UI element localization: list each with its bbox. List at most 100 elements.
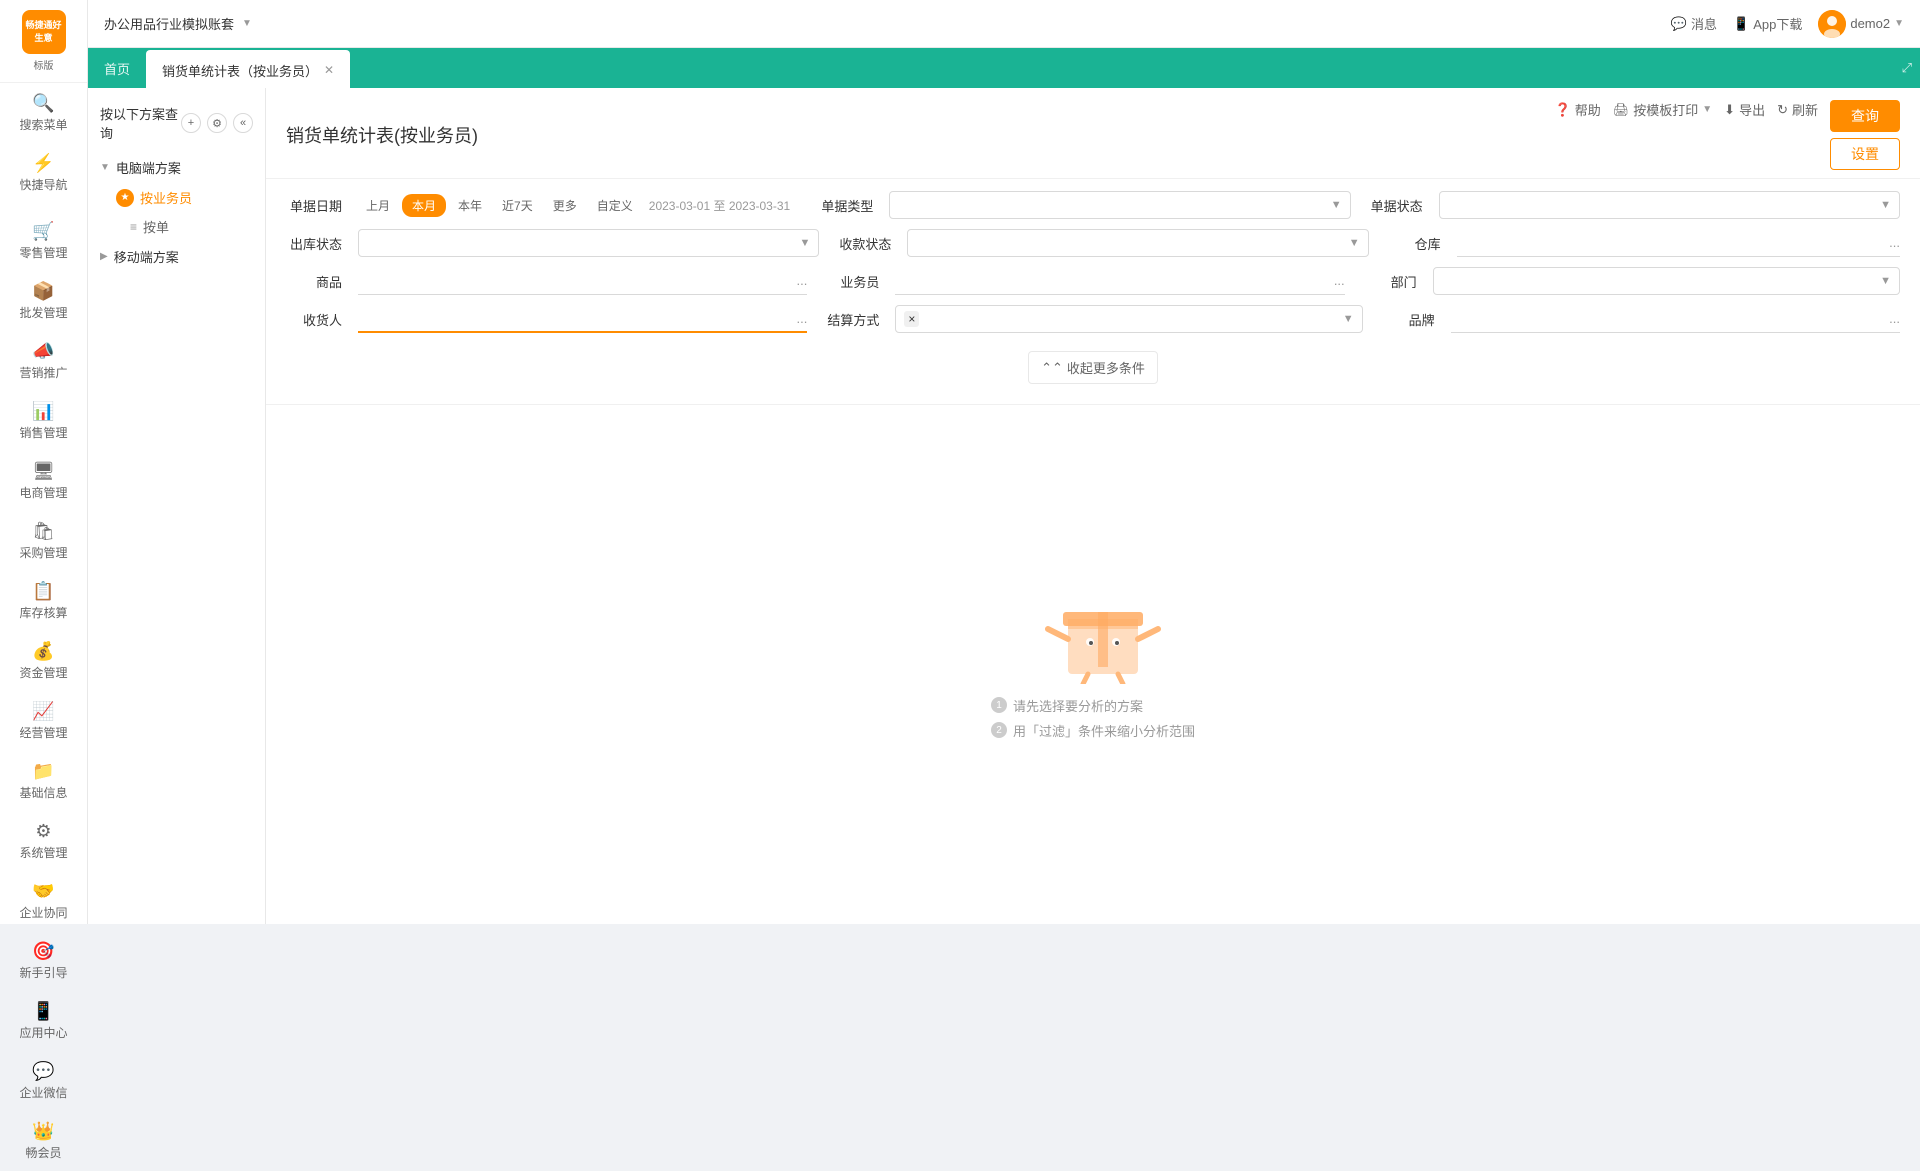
- settlement-label: 结算方式: [823, 310, 879, 329]
- sidebar-item-wechat[interactable]: 💬 企业微信: [0, 1051, 87, 1111]
- refresh-label: 刷新: [1792, 100, 1818, 119]
- sidebar-item-quick-nav[interactable]: ⚡ 快捷导航: [0, 143, 87, 203]
- date-btn-custom[interactable]: 自定义: [589, 194, 641, 217]
- add-scheme-button[interactable]: +: [181, 113, 201, 133]
- sidebar-item-basics[interactable]: 📁 基础信息: [0, 751, 87, 811]
- message-button[interactable]: 💬 消息: [1671, 14, 1717, 33]
- sidebar-item-retail[interactable]: 🛒 零售管理: [0, 211, 87, 271]
- sidebar-item-sales[interactable]: 📊 销售管理: [0, 391, 87, 451]
- date-btn-last-month[interactable]: 上月: [358, 194, 398, 217]
- out-status-label: 出库状态: [286, 234, 342, 253]
- sidebar-item-operations-label: 经营管理: [19, 724, 67, 741]
- sidebar-item-ecommerce[interactable]: 🖥 电商管理: [0, 451, 87, 511]
- empty-svg: [1043, 584, 1163, 684]
- empty-hint-1: 1 请先选择要分析的方案: [991, 696, 1195, 715]
- template-print-button[interactable]: 🖨 按模板打印 ▼: [1613, 100, 1712, 119]
- newbie-icon: 🎯: [32, 941, 54, 962]
- tab-home[interactable]: 首页: [88, 48, 146, 88]
- filter-row-2: 出库状态 ▼ 收款状态 ▼ 仓库 ...: [286, 229, 1900, 257]
- doc-status-select[interactable]: ▼: [1439, 191, 1900, 219]
- app-download-label: App下载: [1753, 14, 1802, 33]
- sidebar-item-purchase[interactable]: 🛍 采购管理: [0, 511, 87, 571]
- settlement-select[interactable]: × ▼: [895, 305, 1362, 333]
- settlement-chevron: ▼: [1343, 313, 1354, 325]
- date-btn-more[interactable]: 更多: [545, 194, 585, 217]
- settlement-tag-close[interactable]: ×: [908, 312, 915, 326]
- export-button[interactable]: ⬇ 导出: [1724, 100, 1765, 119]
- export-icon: ⬇: [1724, 102, 1735, 118]
- sidebar-item-newbie[interactable]: 🎯 新手引导: [0, 931, 87, 991]
- help-button[interactable]: ❓ 帮助: [1555, 100, 1601, 119]
- purchase-icon: 🛍: [32, 521, 55, 542]
- sidebar-item-marketing-label: 营销推广: [19, 364, 67, 381]
- sidebar-item-system-label: 系统管理: [19, 844, 67, 861]
- warehouse-input[interactable]: ...: [1457, 229, 1900, 257]
- receipt-status-select[interactable]: ▼: [907, 229, 1368, 257]
- filter-area: 单据日期 上月 本月 本年 近7天 更多 自定义 2023-03-01 至 20…: [266, 179, 1920, 405]
- scheme-settings-button[interactable]: ⚙: [207, 113, 227, 133]
- salesperson-input[interactable]: ...: [895, 267, 1344, 295]
- salesperson-label: 业务员: [823, 272, 879, 291]
- sidebar-item-ecommerce-label: 电商管理: [19, 484, 67, 501]
- query-button[interactable]: 查询: [1830, 100, 1900, 132]
- app-download-button[interactable]: 📱 App下载: [1733, 14, 1802, 33]
- order-icon: ≡: [130, 220, 137, 234]
- app-logo: 畅捷通好生意 标版: [0, 0, 87, 83]
- date-btn-7days[interactable]: 近7天: [494, 194, 541, 217]
- doc-type-label: 单据类型: [817, 196, 873, 215]
- sidebar-item-enterprise[interactable]: 🤝 企业协同: [0, 871, 87, 931]
- topbar-title: 办公用品行业模拟账套: [104, 14, 234, 33]
- system-icon: ⚙: [35, 821, 51, 842]
- tab-close-icon[interactable]: ✕: [324, 63, 334, 77]
- tree-section-desktop: ▼ 电脑端方案 ★ 按业务员 ≡ 按单 ▶ 移动端方案: [88, 148, 265, 276]
- page-header: 销货单统计表(按业务员) ❓ 帮助 🖨 按模板打印 ▼ ⬇: [266, 88, 1920, 179]
- sidebar-item-enterprise-label: 企业协同: [19, 904, 67, 921]
- sidebar-item-finance-label: 资金管理: [19, 664, 67, 681]
- tree-sub-child-order[interactable]: ≡ 按单: [88, 212, 265, 241]
- refresh-icon: ↻: [1777, 102, 1788, 118]
- tree-child-salesperson[interactable]: ★ 按业务员: [88, 183, 265, 212]
- empty-hints: 1 请先选择要分析的方案 2 用「过滤」条件来缩小分析范围: [991, 696, 1195, 746]
- date-btn-this-year[interactable]: 本年: [450, 194, 490, 217]
- home-tab-label: 首页: [104, 59, 130, 78]
- date-btn-this-month[interactable]: 本月: [402, 194, 446, 217]
- page-settings-button[interactable]: 设置: [1830, 138, 1900, 170]
- sidebar-item-operations[interactable]: 📈 经营管理: [0, 691, 87, 751]
- tab-sales-report[interactable]: 销货单统计表（按业务员） ✕: [146, 50, 350, 90]
- collapse-panel-button[interactable]: «: [233, 113, 253, 133]
- doc-type-select[interactable]: ▼: [889, 191, 1350, 219]
- refresh-button[interactable]: ↻ 刷新: [1777, 100, 1818, 119]
- tree-item-mobile[interactable]: ▶ 移动端方案: [88, 241, 265, 272]
- tree-item-desktop[interactable]: ▼ 电脑端方案: [88, 152, 265, 183]
- sidebar-item-finance[interactable]: 💰 资金管理: [0, 631, 87, 691]
- message-label: 消息: [1691, 14, 1717, 33]
- sidebar-item-search[interactable]: 🔍 搜索菜单: [0, 83, 87, 143]
- print-icon: 🖨: [1613, 102, 1630, 118]
- goods-label: 商品: [286, 272, 342, 291]
- operations-icon: 📈: [32, 701, 54, 722]
- template-print-chevron: ▼: [1702, 104, 1712, 115]
- goods-input[interactable]: ...: [358, 267, 807, 295]
- sidebar-item-inventory[interactable]: 📋 库存核算: [0, 571, 87, 631]
- sidebar-item-wholesale[interactable]: 📦 批发管理: [0, 271, 87, 331]
- department-select[interactable]: ▼: [1433, 267, 1900, 295]
- user-menu[interactable]: demo2 ▼: [1818, 10, 1904, 38]
- sidebar-item-member[interactable]: 👑 畅会员: [0, 1111, 87, 1171]
- sidebar-item-apps[interactable]: 📱 应用中心: [0, 991, 87, 1051]
- doc-type-chevron: ▼: [1331, 199, 1342, 211]
- sidebar-item-system[interactable]: ⚙ 系统管理: [0, 811, 87, 871]
- user-chevron-icon: ▼: [1894, 18, 1904, 29]
- warehouse-dots: ...: [1889, 235, 1900, 250]
- brand-input[interactable]: ...: [1451, 305, 1900, 333]
- out-status-select[interactable]: ▼: [358, 229, 819, 257]
- tab-expand-button[interactable]: ⤢: [1902, 60, 1912, 76]
- expand-icon: ⤢: [1902, 60, 1912, 75]
- avatar: [1818, 10, 1846, 38]
- receiver-input[interactable]: ...: [358, 305, 807, 333]
- wechat-icon: 💬: [32, 1061, 54, 1082]
- panel-header-label: 按以下方案查询: [100, 104, 181, 142]
- collapse-conditions-button[interactable]: ⌃⌃ 收起更多条件: [1028, 351, 1158, 384]
- sales-report-tab-label: 销货单统计表（按业务员）: [162, 61, 318, 80]
- sidebar-item-marketing[interactable]: 📣 营销推广: [0, 331, 87, 391]
- user-name: demo2: [1850, 16, 1890, 31]
